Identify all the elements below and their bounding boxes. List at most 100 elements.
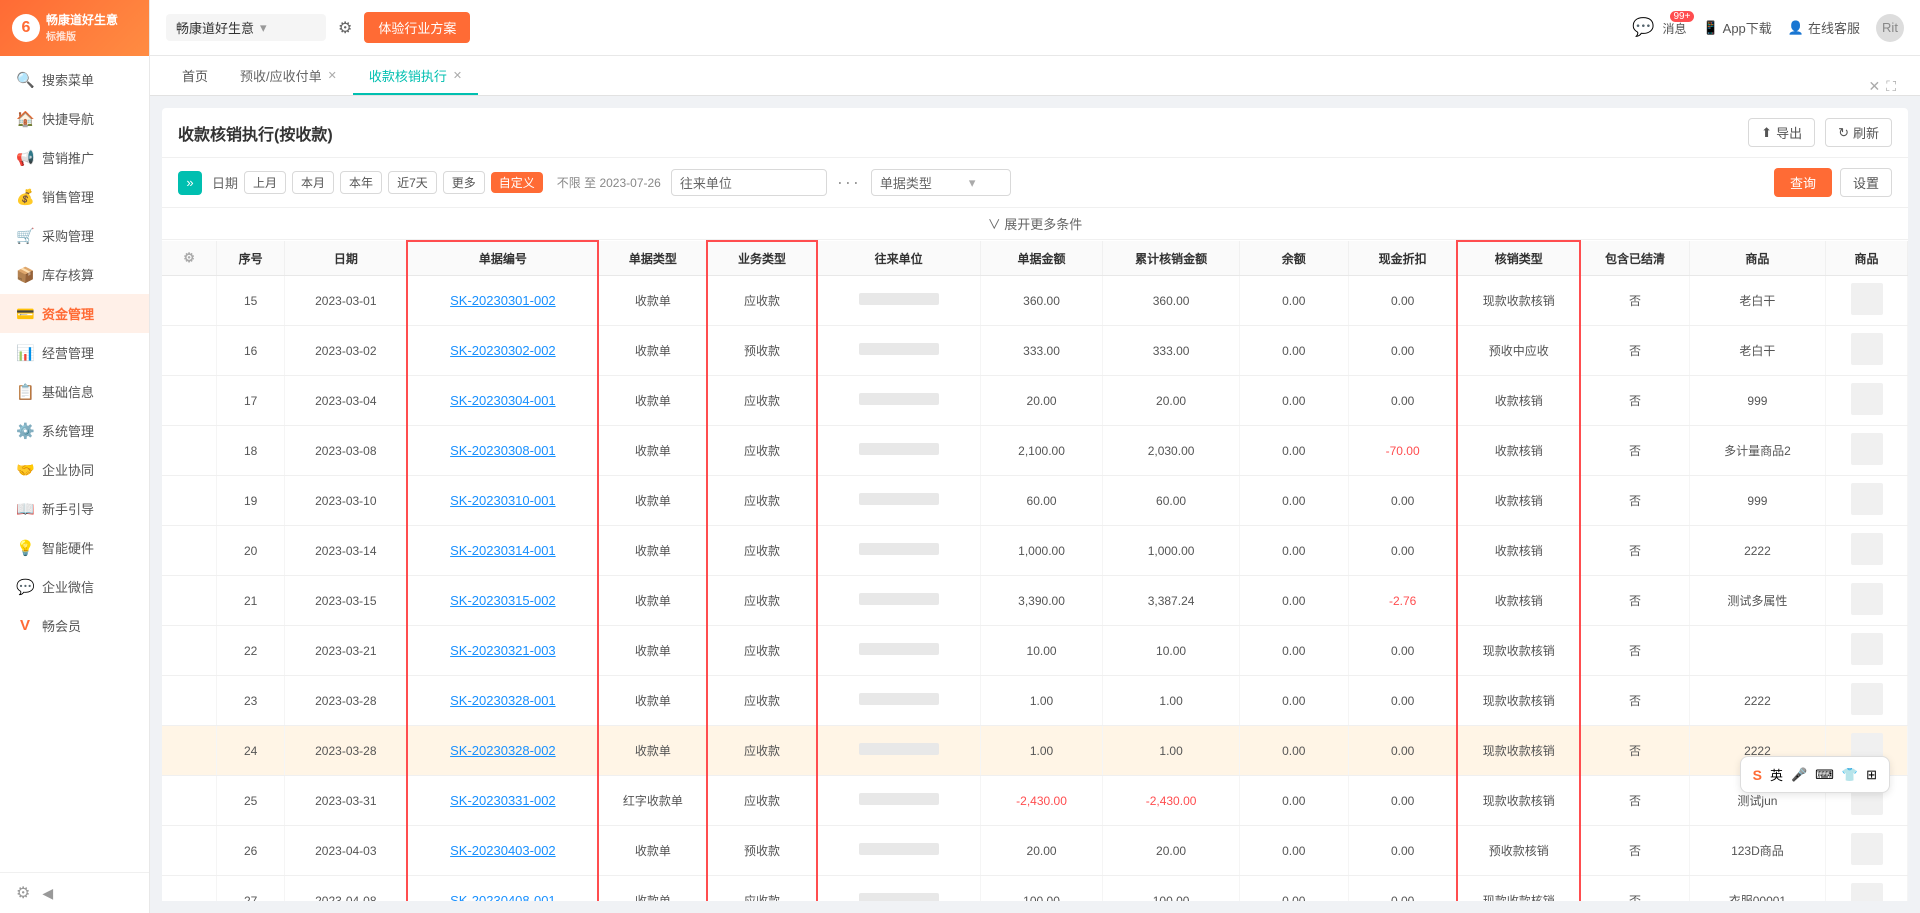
sidebar-item-finance[interactable]: 💳 资金管理 bbox=[0, 294, 149, 333]
order-type-filter[interactable]: 单据类型 ▾ bbox=[871, 169, 1011, 196]
sidebar-item-basic[interactable]: 📋 基础信息 bbox=[0, 372, 149, 411]
solution-button[interactable]: 体验行业方案 bbox=[364, 12, 470, 43]
sidebar-item-search[interactable]: 🔍 搜索菜单 bbox=[0, 60, 149, 99]
order-no-link[interactable]: SK-20230328-002 bbox=[450, 743, 556, 758]
cell-cash-discount: 0.00 bbox=[1348, 376, 1457, 426]
cell-order-type: 收款单 bbox=[598, 826, 707, 876]
logo-version: 标推版 bbox=[46, 28, 118, 43]
cell-product: 老白干 bbox=[1689, 326, 1825, 376]
collapse-icon[interactable]: ◀ bbox=[42, 885, 53, 902]
sidebar-item-marketing[interactable]: 📢 营销推广 bbox=[0, 138, 149, 177]
cell-include-settled: 否 bbox=[1580, 426, 1689, 476]
cell-seq: 21 bbox=[217, 576, 285, 626]
floating-keyboard-icon[interactable]: ⌨ bbox=[1815, 767, 1834, 783]
home-icon: 🏠 bbox=[16, 110, 34, 128]
col-header-settings[interactable]: ⚙ bbox=[162, 241, 217, 276]
order-no-link[interactable]: SK-20230315-002 bbox=[450, 593, 556, 608]
sidebar-item-wechat[interactable]: 💬 企业微信 bbox=[0, 567, 149, 606]
query-button[interactable]: 查询 bbox=[1774, 168, 1832, 197]
export-button[interactable]: ⬆ 导出 bbox=[1748, 118, 1815, 147]
col-header-product-img: 商品 bbox=[1826, 241, 1908, 276]
topbar-gear-icon[interactable]: ⚙ bbox=[338, 18, 352, 38]
company-filter-field[interactable]: 往来单位 bbox=[671, 169, 827, 196]
date-this-year-btn[interactable]: 本年 bbox=[340, 171, 382, 194]
cell-amount: 1.00 bbox=[980, 726, 1103, 776]
order-no-link[interactable]: SK-20230328-001 bbox=[450, 693, 556, 708]
order-no-link[interactable]: SK-20230408-001 bbox=[450, 893, 556, 901]
order-no-link[interactable]: SK-20230310-001 bbox=[450, 493, 556, 508]
table-row: 18 2023-03-08 SK-20230308-001 收款单 应收款 2,… bbox=[162, 426, 1908, 476]
cell-include-settled: 否 bbox=[1580, 576, 1689, 626]
settings-footer-icon[interactable]: ⚙ bbox=[16, 883, 30, 903]
order-no-link[interactable]: SK-20230314-001 bbox=[450, 543, 556, 558]
floating-grid-icon[interactable]: ⊞ bbox=[1866, 767, 1877, 783]
user-avatar[interactable]: Rit bbox=[1876, 14, 1904, 42]
sidebar-item-corp[interactable]: 🤝 企业协同 bbox=[0, 450, 149, 489]
message-button[interactable]: 💬 99+ 消息 bbox=[1632, 17, 1686, 38]
message-label: 消息 bbox=[1662, 22, 1686, 36]
cell-include-settled: 否 bbox=[1580, 676, 1689, 726]
order-no-link[interactable]: SK-20230302-002 bbox=[450, 343, 556, 358]
window-close-icon[interactable]: ✕ bbox=[1868, 78, 1880, 95]
tab-prepay-close-icon[interactable]: ✕ bbox=[328, 69, 337, 82]
cell-cancel-type: 现款收款核销 bbox=[1457, 876, 1580, 902]
tab-collection-cancel[interactable]: 收款核销执行 ✕ bbox=[353, 58, 478, 95]
cell-seq: 24 bbox=[217, 726, 285, 776]
cell-cash-discount: 0.00 bbox=[1348, 776, 1457, 826]
operations-icon: 📊 bbox=[16, 344, 34, 362]
date-last-month-btn[interactable]: 上月 bbox=[244, 171, 286, 194]
company-filter-input[interactable] bbox=[738, 175, 818, 190]
order-no-link[interactable]: SK-20230403-002 bbox=[450, 843, 556, 858]
floating-mic-icon[interactable]: 🎤 bbox=[1791, 767, 1807, 783]
order-no-link[interactable]: SK-20230301-002 bbox=[450, 293, 556, 308]
cell-balance: 0.00 bbox=[1239, 876, 1348, 902]
sidebar-item-quick-nav[interactable]: 🏠 快捷导航 bbox=[0, 99, 149, 138]
order-no-link[interactable]: SK-20230321-003 bbox=[450, 643, 556, 658]
table-settings-icon[interactable]: ⚙ bbox=[183, 250, 195, 265]
filter-toggle-icon: » bbox=[186, 175, 193, 190]
tab-home[interactable]: 首页 bbox=[166, 58, 224, 95]
tab-collection-close-icon[interactable]: ✕ bbox=[453, 69, 462, 82]
sidebar: 6 畅康道好生意 标推版 🔍 搜索菜单 🏠 快捷导航 📢 营销推广 💰 销售管理… bbox=[0, 0, 150, 913]
cell-include-settled: 否 bbox=[1580, 326, 1689, 376]
order-no-link[interactable]: SK-20230308-001 bbox=[450, 443, 556, 458]
purchase-icon: 🛒 bbox=[16, 227, 34, 245]
date-7days-btn[interactable]: 近7天 bbox=[388, 171, 437, 194]
message-icon: 💬 bbox=[1632, 17, 1654, 37]
sidebar-label-guide: 新手引导 bbox=[42, 499, 94, 518]
cell-settings bbox=[162, 776, 217, 826]
date-this-month-btn[interactable]: 本月 bbox=[292, 171, 334, 194]
refresh-button[interactable]: ↻ 刷新 bbox=[1825, 118, 1892, 147]
cell-biz-type: 预收款 bbox=[707, 826, 816, 876]
filter-settings-button[interactable]: 设置 bbox=[1840, 168, 1892, 197]
filter-toggle-button[interactable]: » bbox=[178, 171, 202, 195]
sidebar-item-operations[interactable]: 📊 经营管理 bbox=[0, 333, 149, 372]
tab-prepay-label: 预收/应收付单 bbox=[240, 66, 322, 85]
app-download-button[interactable]: 📱 App下载 bbox=[1702, 18, 1771, 37]
cell-company bbox=[817, 476, 981, 526]
cell-settings bbox=[162, 726, 217, 776]
floating-shirt-icon[interactable]: 👕 bbox=[1842, 767, 1858, 783]
date-more-btn[interactable]: 更多 bbox=[443, 171, 485, 194]
order-no-link[interactable]: SK-20230331-002 bbox=[450, 793, 556, 808]
sidebar-item-guide[interactable]: 📖 新手引导 bbox=[0, 489, 149, 528]
date-custom-btn[interactable]: 自定义 bbox=[491, 172, 543, 193]
sidebar-item-sales[interactable]: 💰 销售管理 bbox=[0, 177, 149, 216]
cell-product-img bbox=[1826, 826, 1908, 876]
table-row: 19 2023-03-10 SK-20230310-001 收款单 应收款 60… bbox=[162, 476, 1908, 526]
order-no-link[interactable]: SK-20230304-001 bbox=[450, 393, 556, 408]
sidebar-item-hardware[interactable]: 💡 智能硬件 bbox=[0, 528, 149, 567]
window-maximize-icon[interactable]: ⛶ bbox=[1886, 78, 1896, 95]
cell-settings bbox=[162, 576, 217, 626]
expand-more-bar[interactable]: ∨ 展开更多条件 bbox=[162, 208, 1908, 240]
sidebar-item-system[interactable]: ⚙️ 系统管理 bbox=[0, 411, 149, 450]
tab-prepay-orders[interactable]: 预收/应收付单 ✕ bbox=[224, 58, 353, 95]
sidebar-item-purchase[interactable]: 🛒 采购管理 bbox=[0, 216, 149, 255]
cell-biz-type: 应收款 bbox=[707, 276, 816, 326]
expand-more-label: ∨ 展开更多条件 bbox=[988, 217, 1083, 232]
online-service-button[interactable]: 👤 在线客服 bbox=[1788, 18, 1860, 37]
cell-amount: 3,390.00 bbox=[980, 576, 1103, 626]
sidebar-item-inventory[interactable]: 📦 库存核算 bbox=[0, 255, 149, 294]
workspace-selector[interactable]: 畅康道好生意 ▾ bbox=[166, 14, 326, 41]
sidebar-item-member[interactable]: V 畅会员 bbox=[0, 606, 149, 645]
